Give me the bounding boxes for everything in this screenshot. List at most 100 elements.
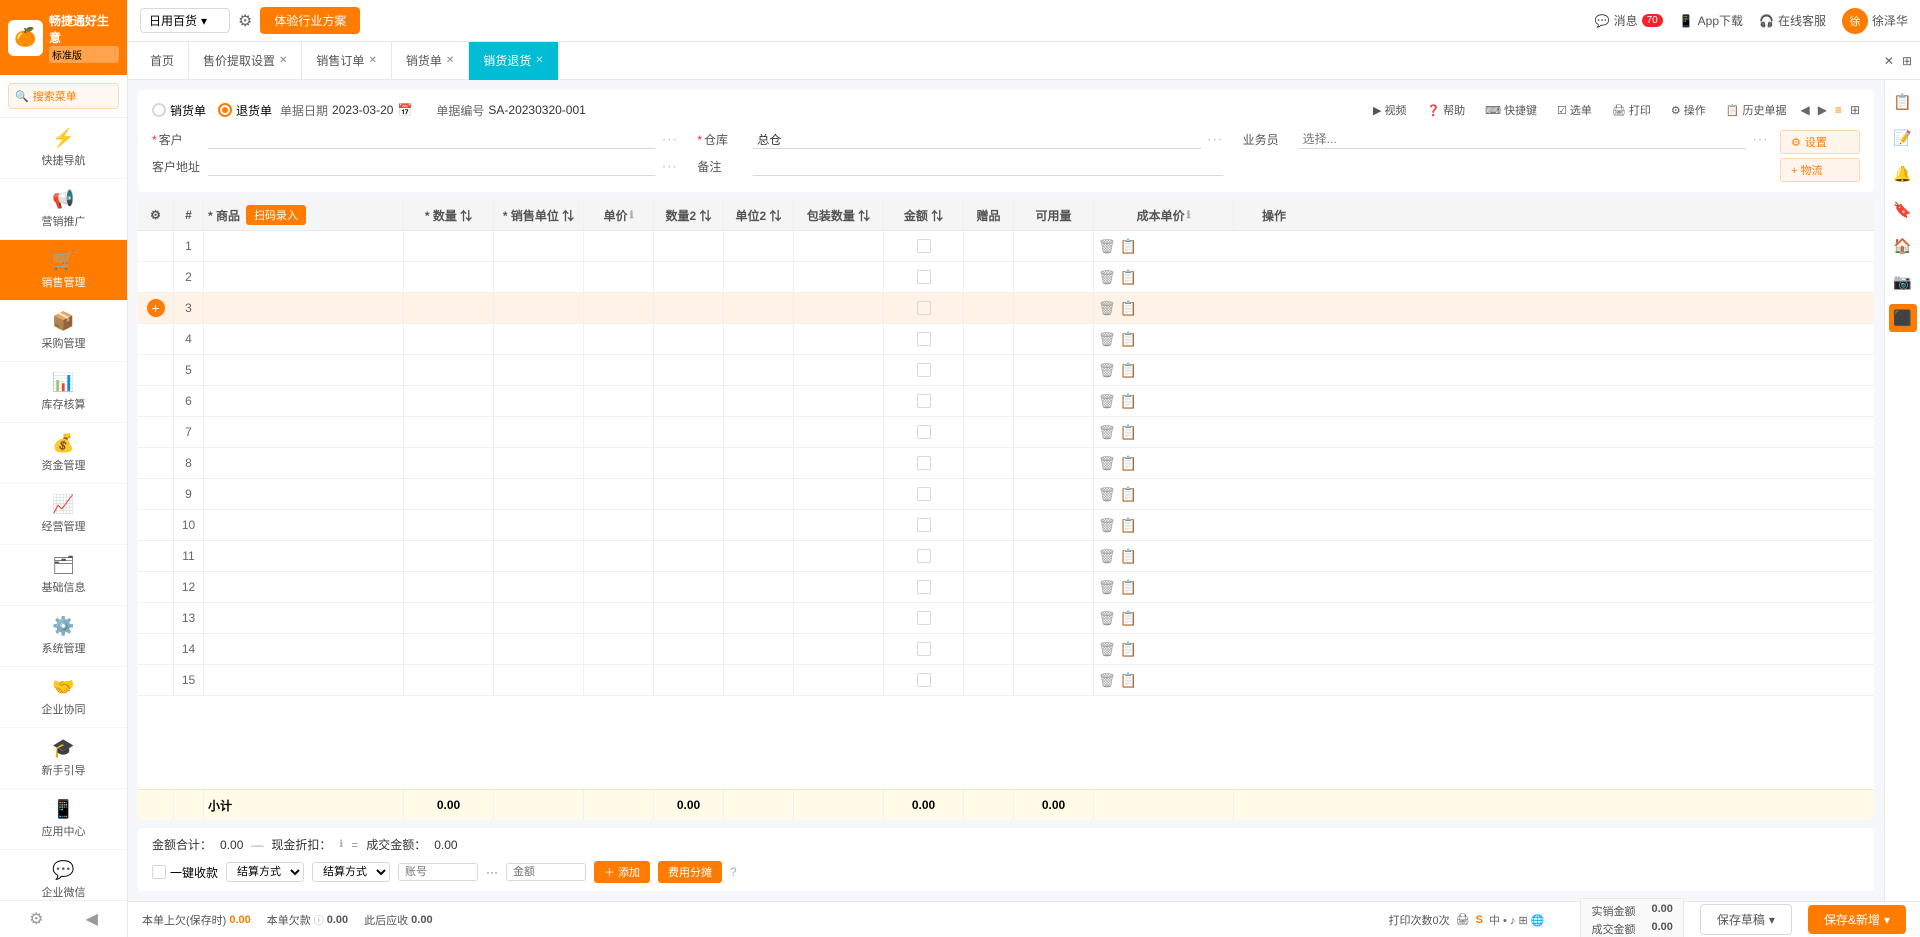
- delete-icon[interactable]: 🗑: [1098, 610, 1116, 627]
- copy-icon[interactable]: 📋: [1120, 641, 1137, 658]
- right-panel-home[interactable]: 🏠: [1889, 232, 1917, 260]
- copy-icon[interactable]: 📋: [1120, 362, 1137, 379]
- tab-home[interactable]: 首页: [136, 42, 189, 80]
- right-panel-bookmark[interactable]: 🔖: [1889, 196, 1917, 224]
- tab-sales-order[interactable]: 销售订单 ✕: [302, 42, 391, 80]
- copy-icon[interactable]: 📋: [1120, 238, 1137, 255]
- customer-picker[interactable]: ···: [661, 131, 677, 149]
- copy-icon[interactable]: 📋: [1120, 331, 1137, 348]
- goods-input[interactable]: [208, 301, 399, 315]
- toolbar-shortcut-btn[interactable]: ⌨ 快捷键: [1479, 100, 1543, 120]
- tabs-expand-icon[interactable]: ⊞: [1902, 54, 1912, 68]
- delete-icon[interactable]: 🗑: [1098, 331, 1116, 348]
- goods-cell[interactable]: [204, 293, 404, 323]
- toolbar-video-btn[interactable]: ▶ 视频: [1367, 100, 1412, 120]
- gift-checkbox[interactable]: [917, 239, 931, 253]
- gift-checkbox[interactable]: [917, 394, 931, 408]
- gift-checkbox[interactable]: [917, 611, 931, 625]
- copy-icon[interactable]: 📋: [1120, 610, 1137, 627]
- sidebar-search[interactable]: 🔍 搜索菜单: [0, 75, 127, 118]
- sidebar-item-marketing[interactable]: 📢 营销推广: [0, 179, 127, 240]
- gift-checkbox[interactable]: [917, 456, 931, 470]
- delete-icon[interactable]: 🗑: [1098, 641, 1116, 658]
- sidebar-item-wechat[interactable]: 💬 企业微信: [0, 850, 127, 900]
- right-panel-note[interactable]: 📝: [1889, 124, 1917, 152]
- fee-split-button[interactable]: 费用分摊: [658, 861, 722, 883]
- delete-icon[interactable]: 🗑: [1098, 362, 1116, 379]
- fee-help-icon[interactable]: ?: [730, 865, 737, 879]
- delete-icon[interactable]: 🗑: [1098, 300, 1116, 317]
- calendar-icon[interactable]: 📅: [397, 103, 412, 117]
- online-service-item[interactable]: 🎧 在线客服: [1759, 12, 1826, 29]
- sidebar-item-operations[interactable]: 📈 经营管理: [0, 484, 127, 545]
- toolbar-help-btn[interactable]: ❓ 帮助: [1420, 100, 1471, 120]
- gift-checkbox[interactable]: [917, 518, 931, 532]
- search-menu-button[interactable]: 🔍 搜索菜单: [8, 83, 119, 109]
- copy-icon[interactable]: 📋: [1120, 424, 1137, 441]
- add-row-btn-cell[interactable]: +: [138, 293, 174, 323]
- sidebar-item-newguide[interactable]: 🎓 新手引导: [0, 728, 127, 789]
- delete-icon[interactable]: 🗑: [1098, 455, 1116, 472]
- toolbar-history-btn[interactable]: 📋 历史单据: [1720, 100, 1793, 120]
- delete-icon[interactable]: 🗑: [1098, 672, 1116, 689]
- delete-icon[interactable]: 🗑: [1098, 486, 1116, 503]
- copy-icon[interactable]: 📋: [1120, 300, 1137, 317]
- toolbar-ops-btn[interactable]: ⚙ 操作: [1665, 100, 1712, 120]
- radio-sales[interactable]: 销货单: [152, 102, 206, 119]
- topbar-gear-icon[interactable]: ⚙: [238, 11, 252, 31]
- one-click-checkbox[interactable]: [152, 865, 166, 879]
- save-draft-button[interactable]: 保存草稿 ▾: [1700, 904, 1792, 935]
- gift-checkbox[interactable]: [917, 673, 931, 687]
- next-icon[interactable]: ▶: [1818, 103, 1827, 117]
- sidebar-item-shortcut[interactable]: ⚡ 快捷导航: [0, 118, 127, 179]
- tab-return[interactable]: 销货退货 ✕: [469, 42, 558, 80]
- sidebar-item-finance[interactable]: 💰 资金管理: [0, 423, 127, 484]
- gift-checkbox[interactable]: [917, 301, 931, 315]
- experience-button[interactable]: 体验行业方案: [260, 7, 360, 34]
- tab-close-sales-order[interactable]: ✕: [368, 55, 376, 66]
- grid-view-icon[interactable]: ⊞: [1850, 103, 1860, 117]
- prev-icon[interactable]: ◀: [1800, 103, 1809, 117]
- copy-icon[interactable]: 📋: [1120, 269, 1137, 286]
- right-panel-active[interactable]: ⬛: [1889, 304, 1917, 332]
- warehouse-picker[interactable]: ···: [1207, 131, 1223, 149]
- sidebar-settings-icon[interactable]: ⚙: [29, 909, 43, 929]
- gift-checkbox[interactable]: [917, 487, 931, 501]
- sidebar-item-appcenter[interactable]: 📱 应用中心: [0, 789, 127, 850]
- copy-icon[interactable]: 📋: [1120, 455, 1137, 472]
- sidebar-item-enterprise[interactable]: 🤝 企业协同: [0, 667, 127, 728]
- tab-close-return[interactable]: ✕: [535, 55, 543, 66]
- gift-checkbox[interactable]: [917, 580, 931, 594]
- toolbar-print-btn[interactable]: 🖨 打印: [1606, 100, 1657, 120]
- remark-input[interactable]: [753, 157, 1222, 176]
- staff-picker[interactable]: ···: [1752, 131, 1768, 149]
- gift-checkbox[interactable]: [917, 642, 931, 656]
- copy-icon[interactable]: 📋: [1120, 393, 1137, 410]
- copy-icon[interactable]: 📋: [1120, 517, 1137, 534]
- right-panel-bell[interactable]: 🔔: [1889, 160, 1917, 188]
- user-item[interactable]: 徐 徐泽华: [1842, 8, 1908, 34]
- settle-select[interactable]: 结算方式: [226, 862, 304, 882]
- list-view-icon[interactable]: ≡: [1835, 103, 1842, 117]
- delete-icon[interactable]: 🗑: [1098, 424, 1116, 441]
- gift-checkbox[interactable]: [917, 332, 931, 346]
- delete-icon[interactable]: 🗑: [1098, 548, 1116, 565]
- gift-checkbox[interactable]: [917, 270, 931, 284]
- sidebar-collapse-icon[interactable]: ◀: [86, 909, 98, 929]
- copy-icon[interactable]: 📋: [1120, 548, 1137, 565]
- radio-return[interactable]: 退货单: [218, 102, 272, 119]
- amount-input[interactable]: [506, 863, 586, 881]
- toolbar-select-btn[interactable]: ☑ 选单: [1551, 100, 1598, 120]
- add-button[interactable]: ＋ 添加: [594, 861, 650, 883]
- tab-close-sales[interactable]: ✕: [446, 55, 454, 66]
- tab-sales[interactable]: 销货单 ✕: [392, 42, 469, 80]
- save-new-button[interactable]: 保存&新增 ▾: [1808, 905, 1906, 934]
- right-panel-clipboard[interactable]: 📋: [1889, 88, 1917, 116]
- settings-button[interactable]: ⚙ 设置: [1780, 130, 1860, 154]
- customer-input[interactable]: [208, 130, 655, 149]
- staff-input[interactable]: [1299, 130, 1746, 149]
- sidebar-item-basics[interactable]: 🗂 基础信息: [0, 545, 127, 606]
- account-input[interactable]: [398, 863, 478, 881]
- delete-icon[interactable]: 🗑: [1098, 238, 1116, 255]
- account-dots[interactable]: ···: [486, 865, 498, 879]
